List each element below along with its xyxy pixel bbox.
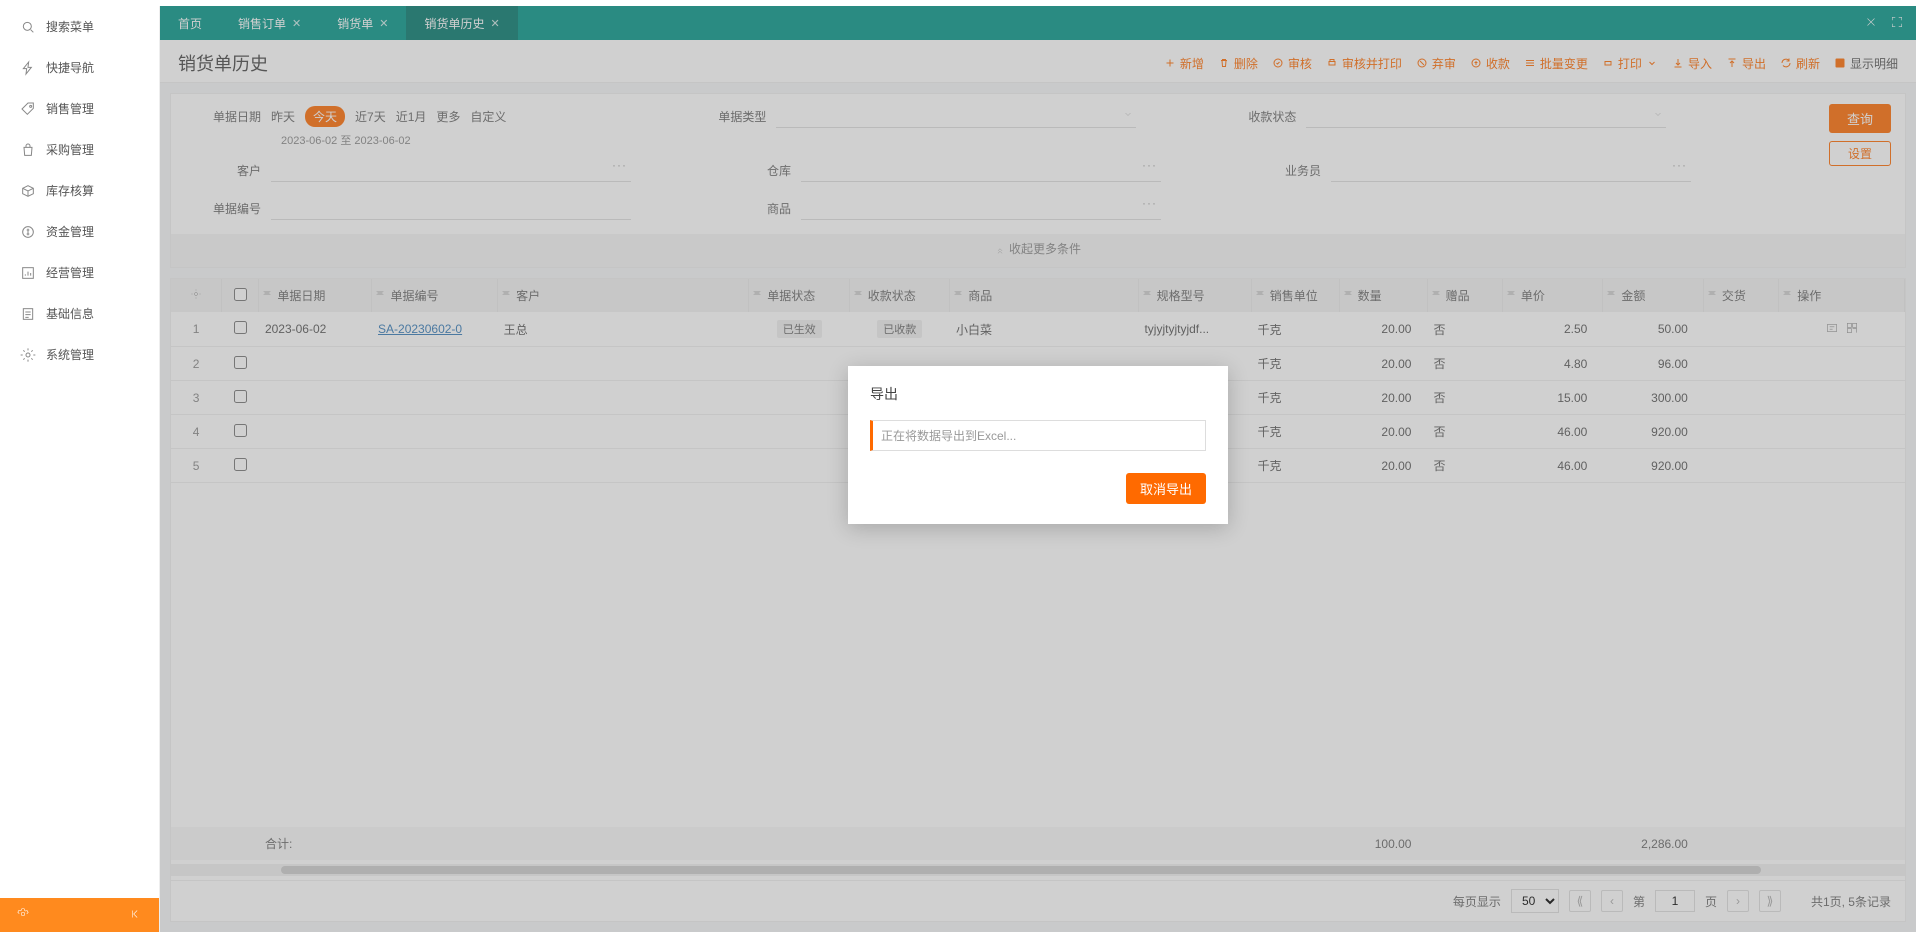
sidebar-item-1[interactable]: 快捷导航 bbox=[0, 47, 159, 88]
sidebar-item-8[interactable]: 系统管理 bbox=[0, 334, 159, 375]
sidebar-item-label: 系统管理 bbox=[46, 346, 94, 363]
sidebar-item-label: 采购管理 bbox=[46, 141, 94, 158]
search-icon bbox=[20, 19, 36, 35]
coin-icon bbox=[20, 224, 36, 240]
sidebar-item-7[interactable]: 基础信息 bbox=[0, 293, 159, 334]
collapse-sidebar-icon[interactable] bbox=[129, 907, 143, 924]
modal-title: 导出 bbox=[870, 384, 1206, 404]
sidebar-item-label: 搜索菜单 bbox=[46, 18, 94, 35]
box-icon bbox=[20, 183, 36, 199]
bag-icon bbox=[20, 142, 36, 158]
sidebar-item-label: 库存核算 bbox=[46, 182, 94, 199]
tag-icon bbox=[20, 101, 36, 117]
sidebar-item-label: 经营管理 bbox=[46, 264, 94, 281]
sidebar-footer bbox=[0, 898, 159, 932]
sidebar-item-5[interactable]: 资金管理 bbox=[0, 211, 159, 252]
settings-icon[interactable] bbox=[16, 907, 30, 924]
gear-icon bbox=[20, 347, 36, 363]
sidebar-item-0[interactable]: 搜索菜单 bbox=[0, 6, 159, 47]
cancel-export-button[interactable]: 取消导出 bbox=[1126, 473, 1206, 504]
content: 首页销售订单✕销货单✕销货单历史✕ 销货单历史 新增 删除 审核 审核并打印 弃… bbox=[160, 6, 1916, 932]
sidebar-item-label: 销售管理 bbox=[46, 100, 94, 117]
sidebar-item-2[interactable]: 销售管理 bbox=[0, 88, 159, 129]
modal-overlay: 导出 正在将数据导出到Excel... 取消导出 bbox=[160, 6, 1916, 932]
bolt-icon bbox=[20, 60, 36, 76]
sidebar: 搜索菜单快捷导航销售管理采购管理库存核算资金管理经营管理基础信息系统管理 bbox=[0, 6, 160, 932]
sidebar-item-3[interactable]: 采购管理 bbox=[0, 129, 159, 170]
sidebar-item-label: 资金管理 bbox=[46, 223, 94, 240]
export-modal: 导出 正在将数据导出到Excel... 取消导出 bbox=[848, 366, 1228, 524]
file-icon bbox=[20, 306, 36, 322]
sidebar-item-label: 快捷导航 bbox=[46, 59, 94, 76]
modal-body: 正在将数据导出到Excel... bbox=[870, 420, 1206, 451]
sidebar-item-6[interactable]: 经营管理 bbox=[0, 252, 159, 293]
chart-icon bbox=[20, 265, 36, 281]
sidebar-item-4[interactable]: 库存核算 bbox=[0, 170, 159, 211]
sidebar-item-label: 基础信息 bbox=[46, 305, 94, 322]
